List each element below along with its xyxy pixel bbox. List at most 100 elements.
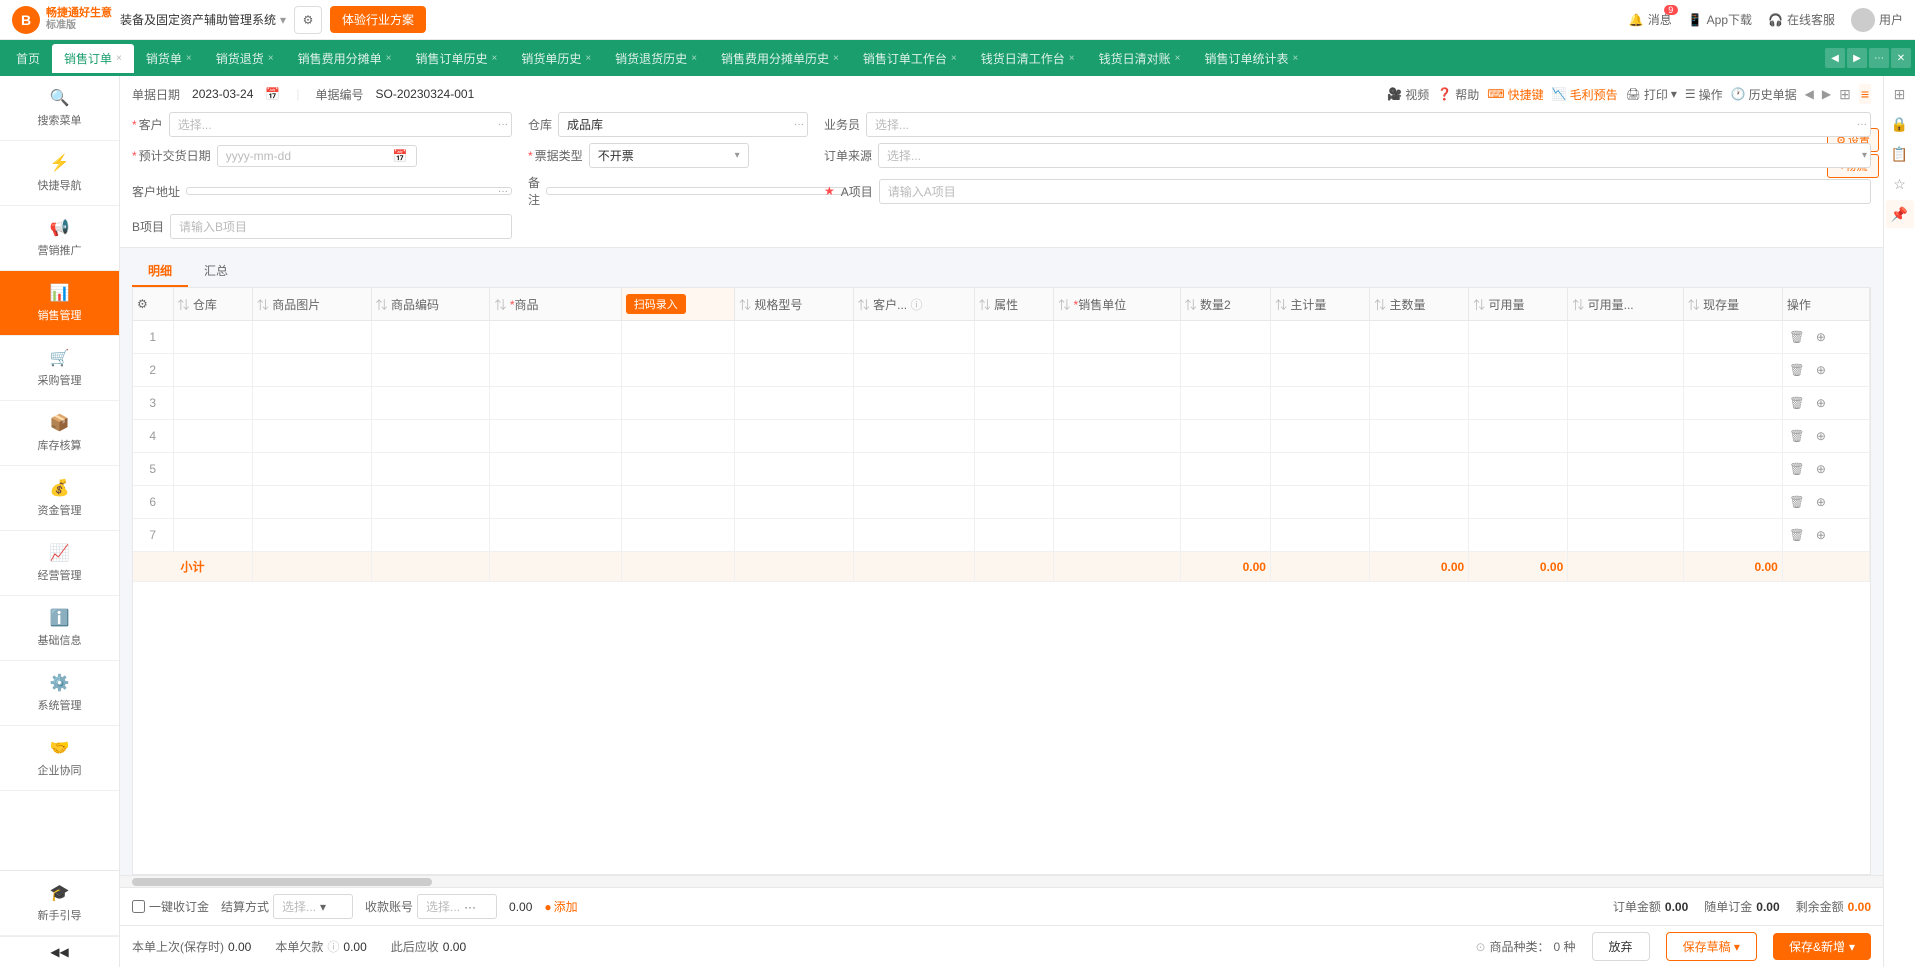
row-ops[interactable]: 🗑⊕ <box>1782 354 1869 387</box>
copy-row-btn[interactable]: ⊕ <box>1811 492 1831 512</box>
row-cell-11[interactable] <box>1270 387 1369 420</box>
close-icon[interactable]: × <box>833 53 839 64</box>
nav-right-icon[interactable]: ▶ <box>1822 87 1831 101</box>
row-cell-2[interactable] <box>252 453 371 486</box>
staff-ellipsis[interactable]: ··· <box>1857 119 1867 130</box>
row-cell-1[interactable] <box>173 519 252 552</box>
close-icon[interactable]: × <box>268 53 274 64</box>
tab-fee-history[interactable]: 销售费用分摊单历史 × <box>709 44 851 73</box>
row-cell-7[interactable] <box>853 321 974 354</box>
row-cell-14[interactable] <box>1568 420 1684 453</box>
row-cell-11[interactable] <box>1270 486 1369 519</box>
sidebar-item-operations[interactable]: 📈 经营管理 <box>0 531 119 596</box>
row-cell-2[interactable] <box>252 486 371 519</box>
gear-icon[interactable]: ⚙ <box>137 297 148 311</box>
th-available[interactable]: ⇅ 可用量 <box>1469 288 1568 321</box>
close-icon[interactable]: × <box>116 53 122 64</box>
row-cell-3[interactable] <box>371 354 490 387</box>
nav-close-btn[interactable]: ✕ <box>1891 48 1911 68</box>
row-cell-9[interactable] <box>1054 486 1180 519</box>
copy-row-btn[interactable]: ⊕ <box>1811 459 1831 479</box>
delete-row-btn[interactable]: 🗑 <box>1787 327 1807 347</box>
a-project-input[interactable]: 请输入A项目 <box>879 179 1871 204</box>
row-cell-5[interactable] <box>621 354 734 387</box>
row-cell-13[interactable] <box>1469 486 1568 519</box>
save-draft-btn[interactable]: 保存草稿 ▾ <box>1666 932 1757 961</box>
row-cell-11[interactable] <box>1270 453 1369 486</box>
row-cell-6[interactable] <box>735 420 854 453</box>
row-cell-12[interactable] <box>1370 354 1469 387</box>
row-cell-6[interactable] <box>735 453 854 486</box>
row-cell-8[interactable] <box>974 387 1053 420</box>
account-select[interactable]: 选择... ··· <box>417 894 497 919</box>
row-cell-4[interactable] <box>490 354 621 387</box>
sidebar-collapse-btn[interactable]: ◀◀ <box>0 936 119 967</box>
row-cell-14[interactable] <box>1568 387 1684 420</box>
delete-row-btn[interactable]: 🗑 <box>1787 459 1807 479</box>
warehouse-ellipsis[interactable]: ··· <box>794 119 804 130</box>
copy-row-btn[interactable]: ⊕ <box>1811 360 1831 380</box>
sidebar-item-search[interactable]: 🔍 搜索菜单 <box>0 76 119 141</box>
nav-next-btn[interactable]: ▶ <box>1847 48 1867 68</box>
row-cell-11[interactable] <box>1270 420 1369 453</box>
sidebar-item-collab[interactable]: 🤝 企业协同 <box>0 726 119 791</box>
row-cell-12[interactable] <box>1370 321 1469 354</box>
copy-row-btn[interactable]: ⊕ <box>1811 393 1831 413</box>
row-cell-9[interactable] <box>1054 420 1180 453</box>
row-cell-1[interactable] <box>173 420 252 453</box>
message-btn[interactable]: 🔔 消息 9 <box>1629 11 1672 28</box>
row-cell-10[interactable] <box>1180 519 1270 552</box>
invoice-select[interactable]: 不开票 ▾ <box>589 143 749 168</box>
delete-row-btn[interactable]: 🗑 <box>1787 426 1807 446</box>
customer-ellipsis[interactable]: ··· <box>498 119 508 130</box>
save-new-btn[interactable]: 保存&新增 ▾ <box>1773 933 1871 960</box>
row-cell-3[interactable] <box>371 387 490 420</box>
row-cell-11[interactable] <box>1270 519 1369 552</box>
staff-input[interactable]: 选择... <box>866 112 1871 137</box>
row-cell-4[interactable] <box>490 387 621 420</box>
row-cell-9[interactable] <box>1054 519 1180 552</box>
row-cell-1[interactable] <box>173 453 252 486</box>
nav-prev-btn[interactable]: ◀ <box>1825 48 1845 68</box>
th-customer-code[interactable]: ⇅ 客户... ⓘ <box>853 288 974 321</box>
row-cell-6[interactable] <box>735 387 854 420</box>
th-main-qty[interactable]: ⇅ 主数量 <box>1370 288 1469 321</box>
row-cell-1[interactable] <box>173 387 252 420</box>
row-cell-14[interactable] <box>1568 486 1684 519</box>
row-cell-15[interactable] <box>1683 387 1782 420</box>
quick-order-check[interactable] <box>132 900 145 913</box>
scroll-bar[interactable] <box>132 878 432 886</box>
row-cell-15[interactable] <box>1683 486 1782 519</box>
operations-btn[interactable]: ☰ 操作 <box>1685 86 1723 103</box>
row-cell-8[interactable] <box>974 519 1053 552</box>
tab-sales-order[interactable]: 销售订单 × <box>52 44 134 73</box>
row-cell-8[interactable] <box>974 354 1053 387</box>
row-cell-3[interactable] <box>371 420 490 453</box>
tab-detail[interactable]: 明细 <box>132 256 188 287</box>
close-icon[interactable]: × <box>386 53 392 64</box>
th-image[interactable]: ⇅ 商品图片 <box>252 288 371 321</box>
close-icon[interactable]: × <box>691 53 697 64</box>
right-icon-2[interactable]: 🔒 <box>1886 110 1914 138</box>
tab-sales-order-history[interactable]: 销售订单历史 × <box>403 44 509 73</box>
row-cell-14[interactable] <box>1568 453 1684 486</box>
right-icon-5[interactable]: 📌 <box>1886 200 1914 228</box>
row-cell-12[interactable] <box>1370 453 1469 486</box>
tab-summary[interactable]: 汇总 <box>188 256 244 287</box>
row-cell-2[interactable] <box>252 387 371 420</box>
app-name-area[interactable]: 装备及固定资产辅助管理系统 ▾ <box>120 11 286 28</box>
row-cell-8[interactable] <box>974 321 1053 354</box>
row-cell-13[interactable] <box>1469 354 1568 387</box>
row-cell-9[interactable] <box>1054 387 1180 420</box>
order-source-wrapper[interactable]: 选择... ▾ <box>878 143 1871 168</box>
row-cell-13[interactable] <box>1469 387 1568 420</box>
profit-btn[interactable]: 📉 毛利预告 <box>1552 86 1618 103</box>
th-code[interactable]: ⇅ 商品编码 <box>371 288 490 321</box>
row-cell-2[interactable] <box>252 321 371 354</box>
row-cell-10[interactable] <box>1180 387 1270 420</box>
tab-return-history[interactable]: 销货退货历史 × <box>603 44 709 73</box>
row-ops[interactable]: 🗑⊕ <box>1782 519 1869 552</box>
row-cell-6[interactable] <box>735 519 854 552</box>
close-icon[interactable]: × <box>951 53 957 64</box>
row-cell-6[interactable] <box>735 354 854 387</box>
